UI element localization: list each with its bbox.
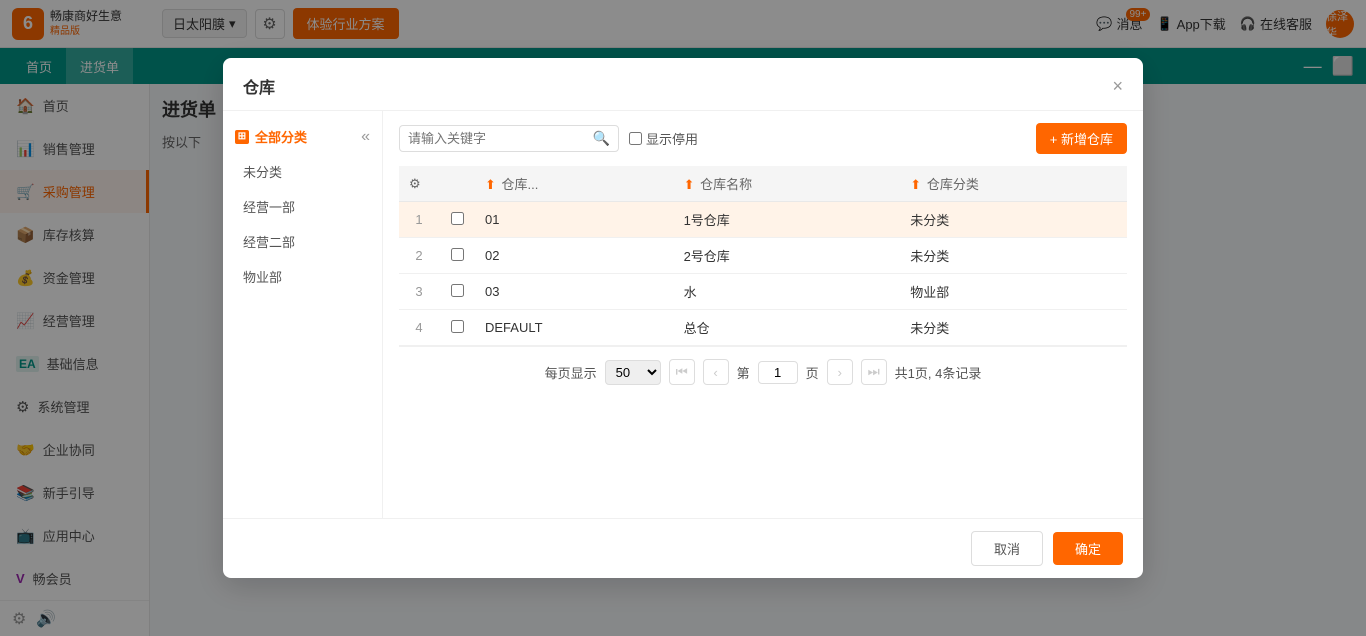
- search-icon: 🔍: [593, 130, 610, 147]
- row-name: 水: [674, 274, 901, 310]
- table-row[interactable]: 4 DEFAULT 总仓 未分类: [399, 310, 1127, 346]
- row-index: 2: [399, 238, 439, 274]
- per-page-select[interactable]: 50 10 20 100: [605, 360, 661, 385]
- search-wrap: 🔍: [399, 125, 619, 152]
- table-row[interactable]: 1 01 1号仓库 未分类: [399, 202, 1127, 238]
- row-name: 总仓: [674, 310, 901, 346]
- gear-icon: ⚙: [409, 176, 421, 191]
- th-checkbox: [439, 166, 475, 202]
- row-category: 未分类: [900, 202, 1127, 238]
- sort-icon-category: ⬆: [910, 177, 921, 192]
- row-name: 2号仓库: [674, 238, 901, 274]
- row-category: 物业部: [900, 274, 1127, 310]
- th-name: ⬆ 仓库名称: [674, 166, 901, 202]
- category-item-ops1[interactable]: 经营一部: [223, 189, 382, 224]
- modal-close-button[interactable]: ×: [1112, 76, 1123, 97]
- warehouse-table: ⚙ ⬆ 仓库... ⬆ 仓库名称: [399, 166, 1127, 346]
- row-checkbox[interactable]: [451, 284, 464, 297]
- grid-icon: ⊞: [235, 130, 249, 144]
- category-header: ⊞ 全部分类 «: [223, 119, 382, 154]
- category-item-unclassified[interactable]: 未分类: [223, 154, 382, 189]
- warehouse-modal: 仓库 × ⊞ 全部分类 « 未分类 经营一部 经营二部 物业部: [223, 58, 1143, 578]
- row-code: 03: [475, 274, 674, 310]
- row-index: 4: [399, 310, 439, 346]
- modal-footer: 取消 确定: [223, 518, 1143, 578]
- row-checkbox[interactable]: [451, 320, 464, 333]
- modal-body: ⊞ 全部分类 « 未分类 经营一部 经营二部 物业部 🔍: [223, 111, 1143, 518]
- category-sidebar: ⊞ 全部分类 « 未分类 经营一部 经营二部 物业部: [223, 111, 383, 518]
- table-row[interactable]: 3 03 水 物业部: [399, 274, 1127, 310]
- collapse-button[interactable]: «: [361, 128, 370, 146]
- row-name: 1号仓库: [674, 202, 901, 238]
- sort-icon-name: ⬆: [684, 177, 695, 192]
- pagination: 每页显示 50 10 20 100 ⏮ ‹ 第 页 › ⏭ 共1页, 4条记录: [399, 346, 1127, 397]
- category-item-ops2[interactable]: 经营二部: [223, 224, 382, 259]
- first-page-button[interactable]: ⏮: [669, 359, 695, 385]
- add-warehouse-button[interactable]: + 新增仓库: [1036, 123, 1127, 154]
- show-disabled-checkbox[interactable]: [629, 132, 642, 145]
- row-index: 3: [399, 274, 439, 310]
- modal-title: 仓库: [243, 74, 275, 98]
- category-title: ⊞ 全部分类: [235, 127, 307, 146]
- row-category: 未分类: [900, 238, 1127, 274]
- sort-icon-code: ⬆: [485, 177, 496, 192]
- search-input[interactable]: [408, 131, 593, 146]
- table-row[interactable]: 2 02 2号仓库 未分类: [399, 238, 1127, 274]
- page-number-input[interactable]: [758, 361, 798, 384]
- row-code: 01: [475, 202, 674, 238]
- category-item-property[interactable]: 物业部: [223, 259, 382, 294]
- row-code: DEFAULT: [475, 310, 674, 346]
- row-category: 未分类: [900, 310, 1127, 346]
- last-page-button[interactable]: ⏭: [861, 359, 887, 385]
- row-code: 02: [475, 238, 674, 274]
- modal-overlay: 仓库 × ⊞ 全部分类 « 未分类 经营一部 经营二部 物业部: [0, 0, 1366, 636]
- row-checkbox[interactable]: [451, 212, 464, 225]
- confirm-button[interactable]: 确定: [1053, 532, 1123, 565]
- modal-toolbar: 🔍 显示停用 + 新增仓库: [399, 123, 1127, 154]
- row-checkbox-cell: [439, 238, 475, 274]
- modal-header: 仓库 ×: [223, 58, 1143, 111]
- row-checkbox[interactable]: [451, 248, 464, 261]
- row-checkbox-cell: [439, 202, 475, 238]
- th-category: ⬆ 仓库分类: [900, 166, 1127, 202]
- row-checkbox-cell: [439, 310, 475, 346]
- cancel-button[interactable]: 取消: [971, 531, 1043, 566]
- row-checkbox-cell: [439, 274, 475, 310]
- table-header-row: ⚙ ⬆ 仓库... ⬆ 仓库名称: [399, 166, 1127, 202]
- show-disabled-checkbox-label[interactable]: 显示停用: [629, 129, 698, 148]
- th-code: ⬆ 仓库...: [475, 166, 674, 202]
- next-page-button[interactable]: ›: [827, 359, 853, 385]
- modal-main-content: 🔍 显示停用 + 新增仓库 ⚙: [383, 111, 1143, 518]
- th-settings: ⚙: [399, 166, 439, 202]
- prev-page-button[interactable]: ‹: [703, 359, 729, 385]
- row-index: 1: [399, 202, 439, 238]
